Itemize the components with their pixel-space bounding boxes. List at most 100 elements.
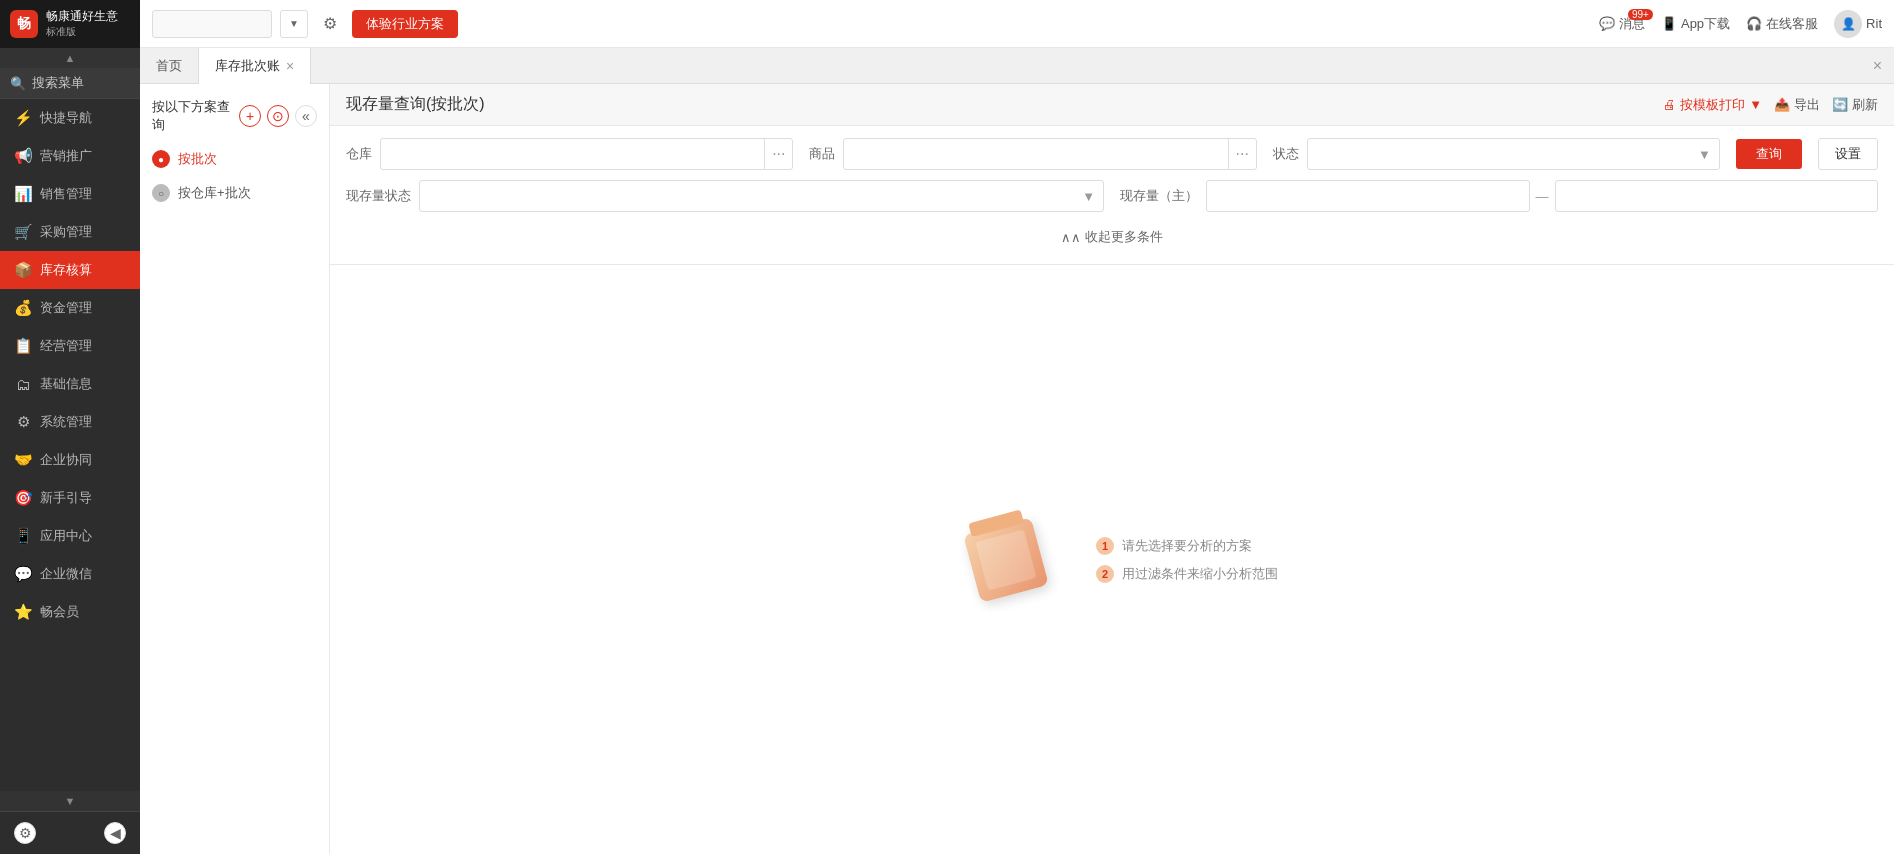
product-dots-button[interactable]: ···: [1228, 139, 1256, 169]
sidebar-item-label: 资金管理: [40, 299, 92, 317]
sidebar-item-marketing[interactable]: 📢 营销推广: [0, 137, 140, 175]
filter-scheme-header: 按以下方案查询 + ⊙ «: [140, 94, 329, 142]
sidebar-search[interactable]: 🔍 搜索菜单: [0, 68, 140, 99]
sidebar-item-sales[interactable]: 📊 销售管理: [0, 175, 140, 213]
tab-close-all-button[interactable]: ×: [1861, 57, 1894, 75]
filter-scheme-actions: + ⊙ «: [239, 105, 317, 127]
quantity-field: 现存量（主） —: [1120, 180, 1878, 212]
topbar-left: ▼ ⚙ 体验行业方案: [152, 10, 1591, 38]
warehouse-dots-button[interactable]: ···: [764, 139, 792, 169]
tab-bar: 首页 库存批次账 × ×: [140, 48, 1894, 84]
export-button[interactable]: 📤 导出: [1774, 96, 1820, 114]
filter-settings-button[interactable]: 设置: [1818, 138, 1878, 170]
print-dropdown-icon[interactable]: ▼: [1749, 97, 1762, 112]
app-download-button[interactable]: 📱 App下载: [1661, 15, 1730, 33]
sidebar-item-label: 营销推广: [40, 147, 92, 165]
warehouse-input[interactable]: [381, 138, 764, 170]
refresh-button[interactable]: 🔄 刷新: [1832, 96, 1878, 114]
sidebar-item-guide[interactable]: 🎯 新手引导: [0, 479, 140, 517]
sidebar-item-label: 经营管理: [40, 337, 92, 355]
sidebar-settings-button[interactable]: ⚙: [14, 822, 36, 844]
tab-home[interactable]: 首页: [140, 48, 199, 84]
app-download-label: App下载: [1681, 15, 1730, 33]
print-label: 按模板打印: [1680, 96, 1745, 114]
filter-collapse-button[interactable]: ∧∧ 收起更多条件: [346, 222, 1878, 252]
product-input[interactable]: [844, 138, 1227, 170]
sidebar-item-operations[interactable]: 📋 经营管理: [0, 327, 140, 365]
user-name: Rit: [1866, 16, 1882, 31]
tab-inventory-batch[interactable]: 库存批次账 ×: [199, 48, 311, 84]
messages-badge: 99+: [1628, 9, 1653, 20]
chevron-down-icon: ▼: [289, 18, 299, 29]
sidebar-item-purchase[interactable]: 🛒 采购管理: [0, 213, 140, 251]
sidebar-collapse-button[interactable]: ◀: [104, 822, 126, 844]
page-title: 现存量查询(按批次): [346, 94, 485, 115]
quantity-range: —: [1206, 180, 1878, 212]
quantity-from-input[interactable]: [1206, 180, 1530, 212]
guide-icon: 🎯: [14, 489, 32, 507]
system-icon: ⚙: [14, 413, 32, 431]
empty-illustration: [946, 500, 1066, 620]
scheme-label: 按仓库+批次: [178, 184, 251, 202]
sidebar-item-wechat[interactable]: 💬 企业微信: [0, 555, 140, 593]
sidebar-item-system[interactable]: ⚙ 系统管理: [0, 403, 140, 441]
filter-scheme-label: 按以下方案查询: [152, 98, 239, 134]
member-icon: ⭐: [14, 603, 32, 621]
empty-state: 1 请先选择要分析的方案 2 用过滤条件来缩小分析范围: [330, 265, 1894, 854]
settings-circle-icon: ⊙: [272, 108, 284, 124]
scheme-item-by-warehouse-batch[interactable]: ○ 按仓库+批次: [140, 176, 329, 210]
sidebar-item-member[interactable]: ⭐ 畅会员: [0, 593, 140, 631]
sidebar-scroll-up[interactable]: ▲: [0, 48, 140, 68]
online-service-button[interactable]: 🎧 在线客服: [1746, 15, 1818, 33]
sidebar-item-inventory[interactable]: 📦 库存核算: [0, 251, 140, 289]
sidebar-item-label: 库存核算: [40, 261, 92, 279]
basic-icon: 🗂: [14, 375, 32, 393]
filter-row-2: 现存量状态 ▼ 现存量（主） —: [346, 180, 1878, 212]
scheme-label: 按批次: [178, 150, 217, 168]
empty-hints: 1 请先选择要分析的方案 2 用过滤条件来缩小分析范围: [1096, 537, 1278, 583]
topbar-search-input[interactable]: [152, 10, 272, 38]
print-button[interactable]: 🖨 按模板打印 ▼: [1663, 96, 1762, 114]
tab-close-button[interactable]: ×: [286, 58, 294, 74]
wechat-icon: 💬: [14, 565, 32, 583]
warehouse-input-group: ···: [380, 138, 793, 170]
topbar-settings-button[interactable]: ⚙: [316, 10, 344, 38]
inventory-status-select[interactable]: ▼: [419, 180, 1104, 212]
quantity-to-input[interactable]: [1555, 180, 1879, 212]
inventory-status-label: 现存量状态: [346, 187, 411, 205]
sidebar-scroll-down[interactable]: ▼: [0, 791, 140, 811]
sales-icon: 📊: [14, 185, 32, 203]
close-icon: ×: [1873, 57, 1882, 75]
sidebar-item-apps[interactable]: 📱 应用中心: [0, 517, 140, 555]
page-title-actions: 🖨 按模板打印 ▼ 📤 导出 🔄 刷新: [1663, 96, 1878, 114]
sidebar-item-label: 快捷导航: [40, 109, 92, 127]
user-menu-button[interactable]: 👤 Rit: [1834, 10, 1882, 38]
sidebar: 畅 畅康通好生意 标准版 ▲ 🔍 搜索菜单 ⚡ 快捷导航 📢 营销推广 📊 销售…: [0, 0, 140, 854]
search-icon: 🔍: [10, 76, 26, 91]
topbar-right: 💬 消息 99+ 📱 App下载 🎧 在线客服 👤 Rit: [1599, 10, 1882, 38]
collapse-panel-button[interactable]: «: [295, 105, 317, 127]
scheme-item-by-batch[interactable]: ● 按批次: [140, 142, 329, 176]
main-area: ▼ ⚙ 体验行业方案 💬 消息 99+ 📱 App下载 🎧 在线客服: [140, 0, 1894, 854]
sidebar-footer: ⚙ ◀: [0, 811, 140, 854]
sidebar-item-basic[interactable]: 🗂 基础信息: [0, 365, 140, 403]
add-scheme-button[interactable]: +: [239, 105, 261, 127]
status-label: 状态: [1273, 145, 1299, 163]
sidebar-item-quick-nav[interactable]: ⚡ 快捷导航: [0, 99, 140, 137]
messages-button[interactable]: 💬 消息 99+: [1599, 15, 1645, 33]
experience-button[interactable]: 体验行业方案: [352, 10, 458, 38]
scheme-settings-button[interactable]: ⊙: [267, 105, 289, 127]
sidebar-item-enterprise[interactable]: 🤝 企业协同: [0, 441, 140, 479]
status-select[interactable]: ▼: [1307, 138, 1720, 170]
app-title: 畅康通好生意: [46, 9, 118, 25]
sidebar-item-label: 企业协同: [40, 451, 92, 469]
tab-home-label: 首页: [156, 57, 182, 75]
topbar-dropdown-button[interactable]: ▼: [280, 10, 308, 38]
finance-icon: 💰: [14, 299, 32, 317]
gear-icon: ⚙: [323, 14, 337, 33]
empty-hint-2: 2 用过滤条件来缩小分析范围: [1096, 565, 1278, 583]
sidebar-item-finance[interactable]: 💰 资金管理: [0, 289, 140, 327]
sidebar-item-label: 企业微信: [40, 565, 92, 583]
quantity-label: 现存量（主）: [1120, 187, 1198, 205]
query-button[interactable]: 查询: [1736, 139, 1802, 169]
